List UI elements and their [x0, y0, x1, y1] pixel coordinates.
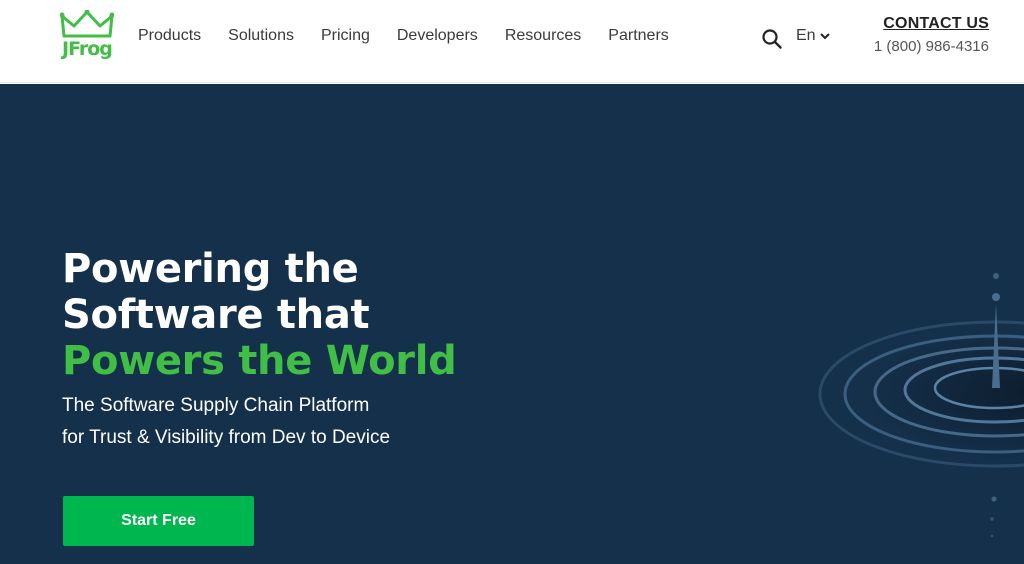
- start-free-button[interactable]: Start Free: [63, 496, 254, 546]
- headline-line-1: Powering the: [62, 246, 359, 292]
- hero-headline: Powering the Software that Powers the Wo…: [62, 246, 457, 384]
- site-header: JFrog Products Solutions Pricing Develop…: [0, 0, 1024, 83]
- main-nav: Products Solutions Pricing Developers Re…: [128, 27, 686, 45]
- logo-wordmark: JFrog: [62, 38, 113, 60]
- headline-line-2: Software that: [62, 292, 370, 338]
- subtitle-line-1: The Software Supply Chain Platform: [62, 395, 370, 416]
- nav-item-partners[interactable]: Partners: [598, 27, 685, 45]
- nav-item-developers[interactable]: Developers: [387, 27, 495, 45]
- nav-item-solutions[interactable]: Solutions: [218, 27, 311, 45]
- language-label: En: [796, 27, 816, 44]
- nav-item-resources[interactable]: Resources: [495, 27, 598, 45]
- hero-section: Powering the Software that Powers the Wo…: [0, 84, 1024, 564]
- contact-phone[interactable]: 1 (800) 986-4316: [874, 38, 989, 55]
- headline-highlight: Powers the World: [62, 338, 457, 384]
- nav-item-products[interactable]: Products: [128, 27, 218, 45]
- frog-crown-icon: [60, 10, 114, 38]
- hero-subtitle: The Software Supply Chain Platform for T…: [62, 390, 390, 454]
- jfrog-logo[interactable]: JFrog: [58, 10, 114, 64]
- chevron-down-icon: [819, 33, 830, 40]
- search-icon[interactable]: [761, 28, 783, 50]
- subtitle-line-2: for Trust & Visibility from Dev to Devic…: [62, 427, 391, 448]
- contact-us-link[interactable]: CONTACT US: [874, 15, 989, 33]
- nav-item-pricing[interactable]: Pricing: [311, 27, 387, 45]
- contact-block: CONTACT US 1 (800) 986-4316: [874, 15, 989, 55]
- water-ripple-image: [818, 273, 1024, 538]
- language-selector[interactable]: En: [796, 27, 830, 45]
